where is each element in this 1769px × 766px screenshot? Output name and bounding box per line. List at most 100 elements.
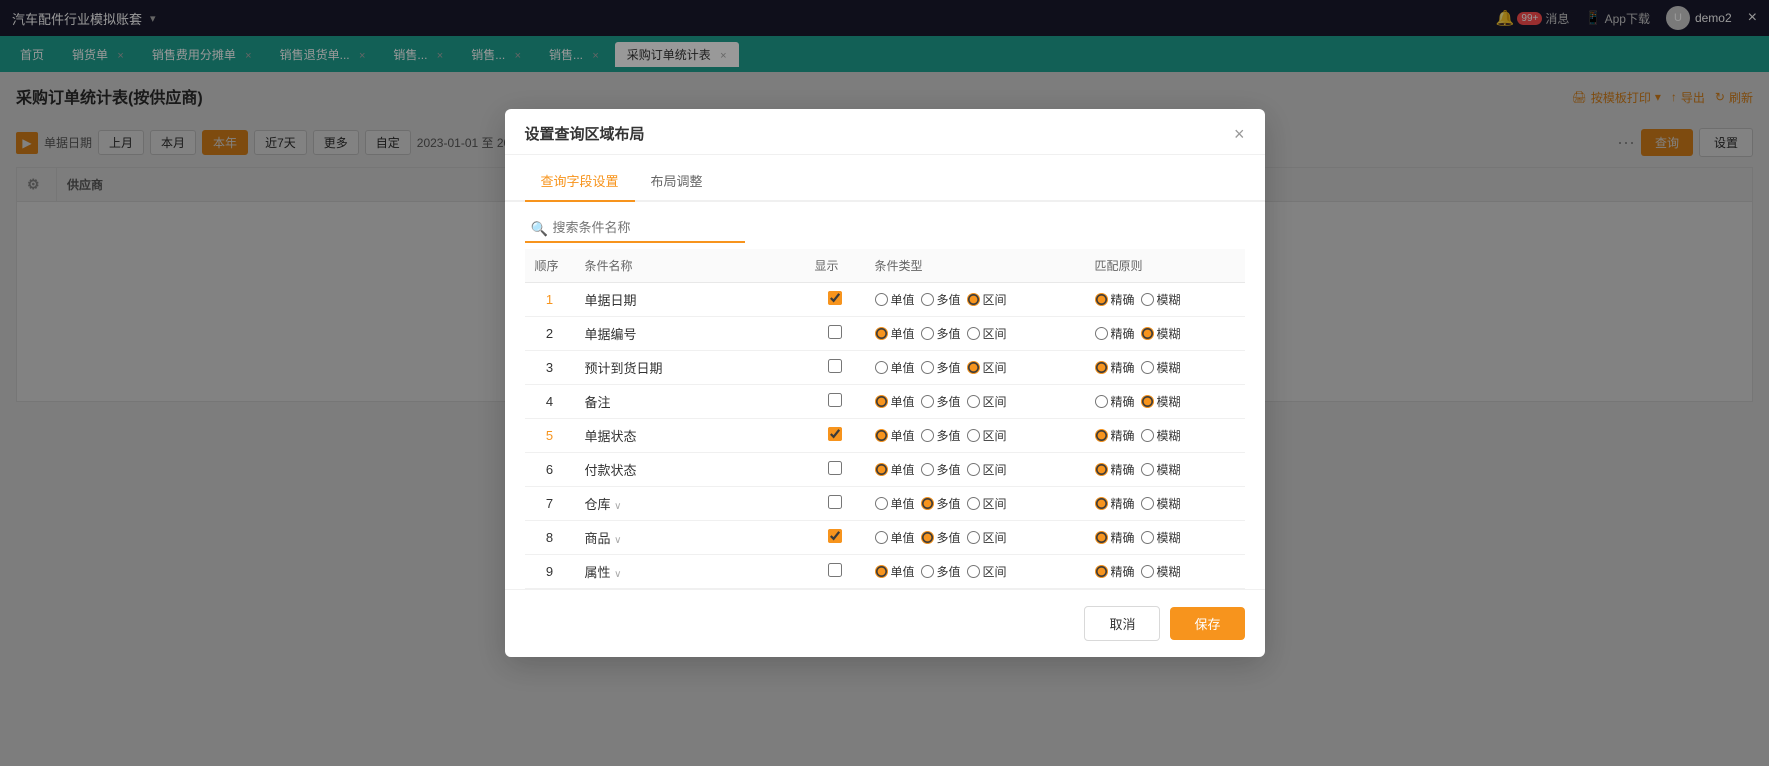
row-6-type-radio-多值[interactable] bbox=[921, 463, 934, 476]
row-6-type-radio-单值[interactable] bbox=[875, 463, 888, 476]
row-8-display-checkbox[interactable] bbox=[828, 529, 842, 543]
row-8-match-模糊[interactable]: 模糊 bbox=[1141, 529, 1181, 546]
row-6-display-checkbox[interactable] bbox=[828, 461, 842, 475]
row-6-match-radio-精确[interactable] bbox=[1095, 463, 1108, 476]
row-9-type-单值[interactable]: 单值 bbox=[875, 563, 915, 580]
row-8-type-单值[interactable]: 单值 bbox=[875, 529, 915, 546]
row-8-match-radio-精确[interactable] bbox=[1095, 531, 1108, 544]
row-3-type-radio-区间[interactable] bbox=[967, 361, 980, 374]
row-6-type-radio-区间[interactable] bbox=[967, 463, 980, 476]
row-5-type-区间[interactable]: 区间 bbox=[967, 427, 1007, 444]
row-2-type-radio-区间[interactable] bbox=[967, 327, 980, 340]
row-1-display[interactable] bbox=[805, 283, 865, 317]
row-8-type-区间[interactable]: 区间 bbox=[967, 529, 1007, 546]
row-6-display[interactable] bbox=[805, 453, 865, 487]
row-8-display[interactable] bbox=[805, 521, 865, 555]
row-2-match-radio-精确[interactable] bbox=[1095, 327, 1108, 340]
row-4-match-radio-精确[interactable] bbox=[1095, 395, 1108, 408]
row-5-match-模糊[interactable]: 模糊 bbox=[1141, 427, 1181, 444]
row-2-type-多值[interactable]: 多值 bbox=[921, 325, 961, 342]
row-6-type-区间[interactable]: 区间 bbox=[967, 461, 1007, 478]
search-input[interactable] bbox=[525, 214, 745, 243]
row-3-match-radio-模糊[interactable] bbox=[1141, 361, 1154, 374]
row-4-display[interactable] bbox=[805, 385, 865, 419]
row-1-match-radio-精确[interactable] bbox=[1095, 293, 1108, 306]
row-2-type-radio-单值[interactable] bbox=[875, 327, 888, 340]
row-3-type-单值[interactable]: 单值 bbox=[875, 359, 915, 376]
row-4-type-单值[interactable]: 单值 bbox=[875, 393, 915, 410]
row-5-type-radio-多值[interactable] bbox=[921, 429, 934, 442]
row-3-type-区间[interactable]: 区间 bbox=[967, 359, 1007, 376]
row-8-match-radio-模糊[interactable] bbox=[1141, 531, 1154, 544]
row-9-type-多值[interactable]: 多值 bbox=[921, 563, 961, 580]
row-5-type-radio-区间[interactable] bbox=[967, 429, 980, 442]
row-9-match-radio-模糊[interactable] bbox=[1141, 565, 1154, 578]
row-4-match-精确[interactable]: 精确 bbox=[1095, 393, 1135, 410]
row-4-display-checkbox[interactable] bbox=[828, 393, 842, 407]
row-9-match-模糊[interactable]: 模糊 bbox=[1141, 563, 1181, 580]
row-7-type-radio-区间[interactable] bbox=[967, 497, 980, 510]
row-5-type-radio-单值[interactable] bbox=[875, 429, 888, 442]
row-9-display[interactable] bbox=[805, 555, 865, 589]
row-7-match-精确[interactable]: 精确 bbox=[1095, 495, 1135, 512]
save-button[interactable]: 保存 bbox=[1170, 607, 1244, 640]
row-9-type-区间[interactable]: 区间 bbox=[967, 563, 1007, 580]
row-1-type-radio-多值[interactable] bbox=[921, 293, 934, 306]
row-7-display-checkbox[interactable] bbox=[828, 495, 842, 509]
row-4-type-radio-单值[interactable] bbox=[875, 395, 888, 408]
row-1-type-多值[interactable]: 多值 bbox=[921, 291, 961, 308]
dialog-close-button[interactable]: × bbox=[1234, 125, 1245, 143]
row-5-match-精确[interactable]: 精确 bbox=[1095, 427, 1135, 444]
row-7-type-radio-多值[interactable] bbox=[921, 497, 934, 510]
row-8-type-多值[interactable]: 多值 bbox=[921, 529, 961, 546]
row-7-match-radio-精确[interactable] bbox=[1095, 497, 1108, 510]
row-2-type-区间[interactable]: 区间 bbox=[967, 325, 1007, 342]
row-7-match-radio-模糊[interactable] bbox=[1141, 497, 1154, 510]
row-4-match-模糊[interactable]: 模糊 bbox=[1141, 393, 1181, 410]
row-1-type-radio-单值[interactable] bbox=[875, 293, 888, 306]
row-9-display-checkbox[interactable] bbox=[828, 563, 842, 577]
row-4-type-多值[interactable]: 多值 bbox=[921, 393, 961, 410]
row-3-type-radio-单值[interactable] bbox=[875, 361, 888, 374]
row-9-type-radio-单值[interactable] bbox=[875, 565, 888, 578]
row-7-type-radio-单值[interactable] bbox=[875, 497, 888, 510]
row-3-type-多值[interactable]: 多值 bbox=[921, 359, 961, 376]
row-8-type-radio-区间[interactable] bbox=[967, 531, 980, 544]
dialog-tab-query-fields[interactable]: 查询字段设置 bbox=[525, 165, 635, 202]
row-1-match-精确[interactable]: 精确 bbox=[1095, 291, 1135, 308]
row-3-type-radio-多值[interactable] bbox=[921, 361, 934, 374]
row-8-match-精确[interactable]: 精确 bbox=[1095, 529, 1135, 546]
row-5-display-checkbox[interactable] bbox=[828, 427, 842, 441]
row-3-match-模糊[interactable]: 模糊 bbox=[1141, 359, 1181, 376]
row-4-match-radio-模糊[interactable] bbox=[1141, 395, 1154, 408]
row-9-type-radio-多值[interactable] bbox=[921, 565, 934, 578]
row-5-type-单值[interactable]: 单值 bbox=[875, 427, 915, 444]
row-2-display-checkbox[interactable] bbox=[828, 325, 842, 339]
row-5-display[interactable] bbox=[805, 419, 865, 453]
row-7-match-模糊[interactable]: 模糊 bbox=[1141, 495, 1181, 512]
row-3-display-checkbox[interactable] bbox=[828, 359, 842, 373]
row-1-match-radio-模糊[interactable] bbox=[1141, 293, 1154, 306]
row-4-type-区间[interactable]: 区间 bbox=[967, 393, 1007, 410]
row-3-display[interactable] bbox=[805, 351, 865, 385]
row-2-type-单值[interactable]: 单值 bbox=[875, 325, 915, 342]
row-2-type-radio-多值[interactable] bbox=[921, 327, 934, 340]
row-3-match-radio-精确[interactable] bbox=[1095, 361, 1108, 374]
row-9-match-radio-精确[interactable] bbox=[1095, 565, 1108, 578]
row-6-match-模糊[interactable]: 模糊 bbox=[1141, 461, 1181, 478]
row-5-type-多值[interactable]: 多值 bbox=[921, 427, 961, 444]
row-9-match-精确[interactable]: 精确 bbox=[1095, 563, 1135, 580]
row-7-type-区间[interactable]: 区间 bbox=[967, 495, 1007, 512]
cancel-button[interactable]: 取消 bbox=[1084, 606, 1160, 641]
row-1-type-radio-区间[interactable] bbox=[967, 293, 980, 306]
row-7-type-单值[interactable]: 单值 bbox=[875, 495, 915, 512]
row-1-display-checkbox[interactable] bbox=[828, 291, 842, 305]
row-5-match-radio-模糊[interactable] bbox=[1141, 429, 1154, 442]
row-6-match-精确[interactable]: 精确 bbox=[1095, 461, 1135, 478]
row-2-match-精确[interactable]: 精确 bbox=[1095, 325, 1135, 342]
row-2-match-radio-模糊[interactable] bbox=[1141, 327, 1154, 340]
row-9-type-radio-区间[interactable] bbox=[967, 565, 980, 578]
dialog-tab-layout[interactable]: 布局调整 bbox=[635, 165, 719, 202]
row-1-type-区间[interactable]: 区间 bbox=[967, 291, 1007, 308]
row-7-type-多值[interactable]: 多值 bbox=[921, 495, 961, 512]
